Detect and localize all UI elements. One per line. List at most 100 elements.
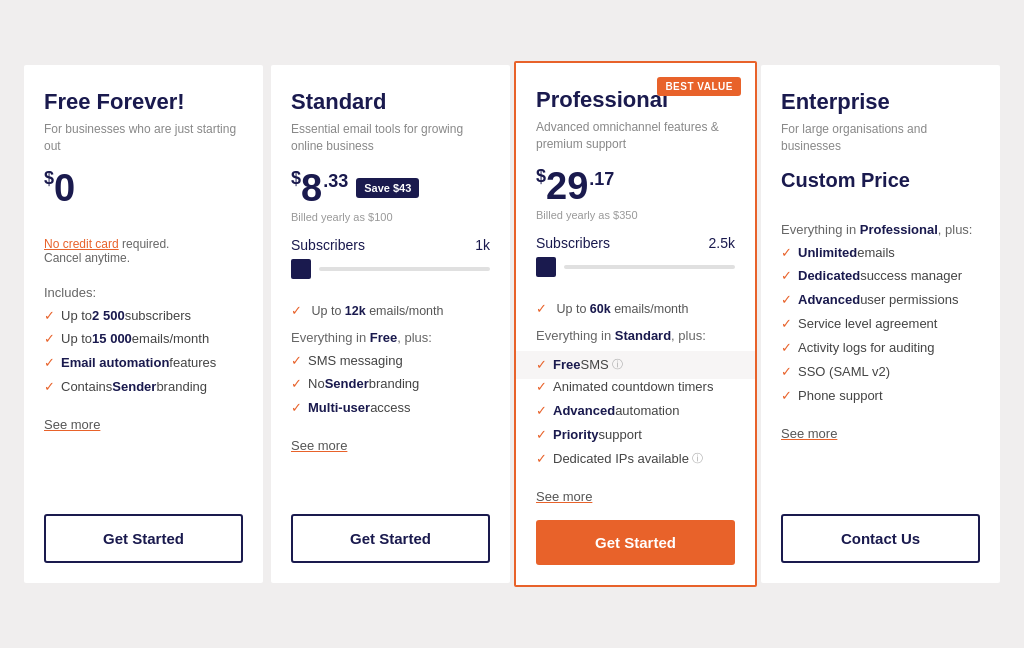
- subscribers-label-row: Subscribers 1k: [291, 237, 490, 253]
- plan-card-enterprise: Enterprise For large organisations and bu…: [761, 65, 1000, 583]
- check-icon: ✓: [291, 376, 302, 393]
- slider-track[interactable]: [319, 267, 490, 271]
- see-more-link[interactable]: See more: [44, 417, 243, 432]
- check-icon: ✓: [291, 400, 302, 417]
- plan-card-professional: BEST VALUEProfessionalAdvanced omnichann…: [514, 61, 757, 587]
- feature-bold: Priority: [553, 427, 599, 444]
- features-list: ✓ Free SMS ⓘ ✓ Animated countdown timers…: [536, 351, 735, 475]
- feature-item: ✓ SMS messaging: [291, 353, 490, 370]
- subscribers-value: 2.5k: [709, 235, 735, 251]
- plan-card-standard: StandardEssential email tools for growin…: [271, 65, 510, 583]
- feature-bold: Sender: [112, 379, 156, 396]
- check-icon: ✓: [291, 353, 302, 370]
- custom-price: Custom Price: [781, 169, 980, 192]
- plan-price: $29.17: [536, 167, 614, 205]
- feature-item: ✓ Multi-user access: [291, 400, 490, 417]
- plan-name: Free Forever!: [44, 89, 243, 115]
- cta-button[interactable]: Get Started: [44, 514, 243, 563]
- spacer: [291, 469, 490, 514]
- slider-thumb[interactable]: [536, 257, 556, 277]
- check-icon: ✓: [536, 357, 547, 374]
- price-row: $0: [44, 169, 243, 207]
- feature-item: ✓ Service level agreement: [781, 316, 980, 333]
- slider-container[interactable]: [291, 259, 490, 279]
- price-row: $29.17: [536, 167, 735, 205]
- feature-item: ✓ Up to 15 000 emails/month: [44, 331, 243, 348]
- check-icon: ✓: [781, 364, 792, 381]
- everything-in: Everything in Standard, plus:: [536, 328, 735, 343]
- emails-bold: 12k: [345, 304, 366, 318]
- best-value-badge: BEST VALUE: [657, 77, 741, 96]
- subscribers-value: 1k: [475, 237, 490, 253]
- everything-in: Everything in Free, plus:: [291, 330, 490, 345]
- slider-thumb[interactable]: [291, 259, 311, 279]
- subscribers-section: Subscribers 2.5k: [536, 235, 735, 287]
- feature-item: ✓ No Sender branding: [291, 376, 490, 393]
- price-row: $8.33 Save $43: [291, 169, 490, 207]
- subscribers-label: Subscribers: [536, 235, 610, 251]
- features-list: ✓ Up to 2 500 subscribers ✓ Up to 15 000…: [44, 308, 243, 404]
- everything-in-bold: Professional: [860, 222, 938, 237]
- billing-note: Billed yearly as $350: [536, 209, 735, 221]
- feature-item: ✓ Animated countdown timers: [536, 379, 735, 396]
- info-icon: ⓘ: [612, 357, 623, 371]
- feature-item: ✓ Advanced user permissions: [781, 292, 980, 309]
- spacer: [44, 448, 243, 514]
- check-icon: ✓: [536, 451, 547, 468]
- feature-item: ✓ Unlimited emails: [781, 245, 980, 262]
- feature-item: ✓ SSO (SAML v2): [781, 364, 980, 381]
- no-credit-link[interactable]: No credit card: [44, 237, 119, 251]
- feature-item: ✓ Contains Sender branding: [44, 379, 243, 396]
- spacer: [781, 457, 980, 514]
- emails-bold: 60k: [590, 302, 611, 316]
- see-more-link[interactable]: See more: [291, 438, 490, 453]
- feature-bold: Free: [553, 357, 580, 374]
- emails-feature: ✓ Up to 12k emails/month: [291, 303, 490, 318]
- plan-price: $0: [44, 169, 75, 207]
- plan-price: $8.33: [291, 169, 348, 207]
- slider-track[interactable]: [564, 265, 735, 269]
- cta-button[interactable]: Get Started: [291, 514, 490, 563]
- cta-button[interactable]: Get Started: [536, 520, 735, 565]
- plan-name: Standard: [291, 89, 490, 115]
- feature-bold: Email automation: [61, 355, 169, 372]
- check-icon: ✓: [44, 331, 55, 348]
- check-icon: ✓: [536, 403, 547, 420]
- see-more-link[interactable]: See more: [536, 489, 735, 504]
- feature-item: ✓ Phone support: [781, 388, 980, 405]
- features-list: ✓ Unlimited emails ✓ Dedicated success m…: [781, 245, 980, 412]
- features-list: ✓ SMS messaging ✓ No Sender branding ✓ M…: [291, 353, 490, 425]
- feature-item: ✓ Advanced automation: [536, 403, 735, 420]
- see-more-link[interactable]: See more: [781, 426, 980, 441]
- plan-description: For large organisations and businesses: [781, 121, 980, 155]
- plan-description: Advanced omnichannel features & premium …: [536, 119, 735, 153]
- feature-bold: Sender: [325, 376, 369, 393]
- info-icon: ⓘ: [692, 451, 703, 465]
- includes-label: Includes:: [44, 285, 243, 300]
- cta-button[interactable]: Contact Us: [781, 514, 980, 563]
- check-icon: ✓: [536, 301, 547, 316]
- feature-item: ✓ Priority support: [536, 427, 735, 444]
- plan-name: Enterprise: [781, 89, 980, 115]
- pricing-container: Free Forever! For businesses who are just…: [20, 61, 1004, 587]
- plan-description: For businesses who are just starting out: [44, 121, 243, 155]
- subscribers-section: Subscribers 1k: [291, 237, 490, 289]
- save-badge: Save $43: [356, 178, 419, 198]
- feature-item: ✓ Free SMS ⓘ: [516, 351, 755, 380]
- check-icon: ✓: [44, 355, 55, 372]
- feature-item: ✓ Email automation features: [44, 355, 243, 372]
- feature-item: ✓ Activity logs for auditing: [781, 340, 980, 357]
- feature-bold: Advanced: [553, 403, 615, 420]
- feature-item: ✓ Dedicated IPs available ⓘ: [536, 451, 735, 468]
- feature-bold: Dedicated: [798, 268, 860, 285]
- billing-note: Billed yearly as $100: [291, 211, 490, 223]
- feature-bold: 15 000: [92, 331, 132, 348]
- subscribers-label: Subscribers: [291, 237, 365, 253]
- check-icon: ✓: [536, 427, 547, 444]
- slider-container[interactable]: [536, 257, 735, 277]
- check-icon: ✓: [44, 379, 55, 396]
- check-icon: ✓: [291, 303, 302, 318]
- everything-in-bold: Standard: [615, 328, 671, 343]
- everything-in: Everything in Professional, plus:: [781, 222, 980, 237]
- plan-card-free: Free Forever! For businesses who are just…: [24, 65, 263, 583]
